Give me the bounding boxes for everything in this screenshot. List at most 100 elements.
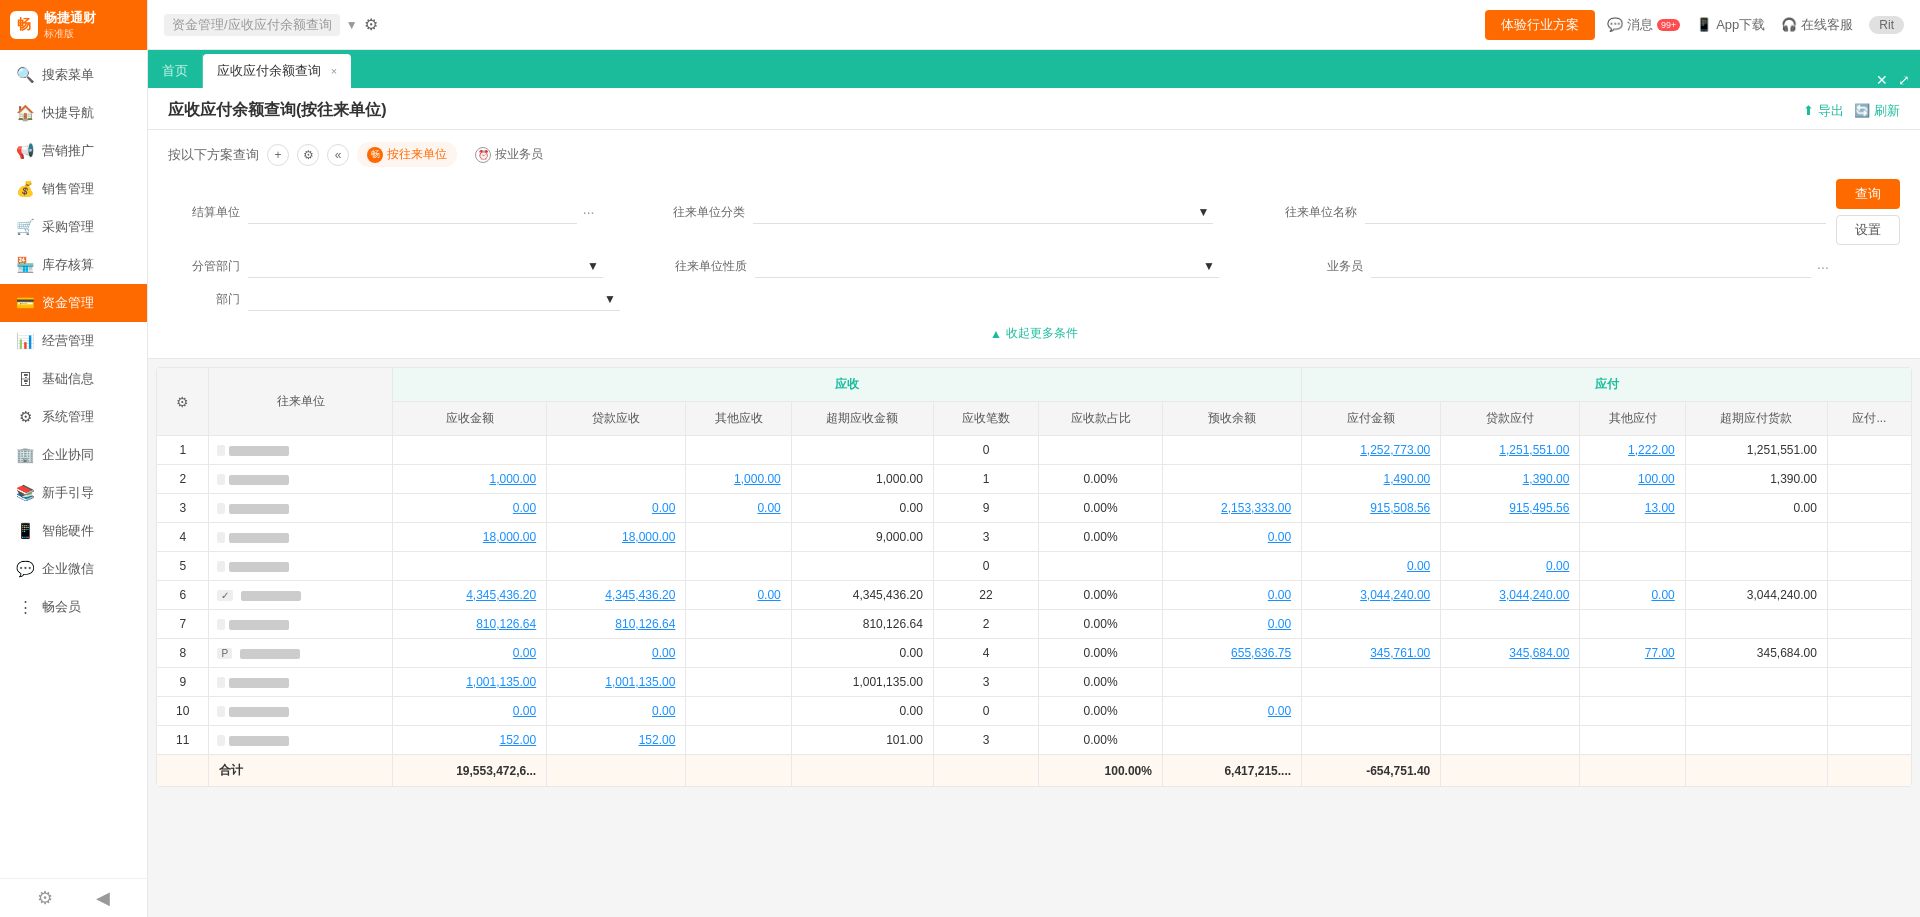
topbar: 资金管理/应收应付余额查询 ▼ ⚙ 体验行业方案 💬 消息 99+ 📱 App下… [148,0,1920,50]
cell-link[interactable]: 0.00 [1651,588,1674,602]
sidebar-item-purchase[interactable]: 🛒 采购管理 [0,208,147,246]
query-button[interactable]: 查询 [1836,179,1900,209]
cell-link[interactable]: 655,636.75 [1231,646,1291,660]
filter-wanglai-name-input[interactable] [1365,201,1826,224]
sidebar-item-guide[interactable]: 📚 新手引导 [0,474,147,512]
cell-ys-other [686,697,791,726]
edit-scheme-button[interactable]: ⚙ [297,144,319,166]
cell-link[interactable]: 3,044,240.00 [1499,588,1569,602]
cell-link[interactable]: 13.00 [1645,501,1675,515]
export-button[interactable]: ⬆ 导出 [1803,102,1844,120]
sidebar-item-sales[interactable]: 💰 销售管理 [0,170,147,208]
cell-link[interactable]: 18,000.00 [622,530,675,544]
sidebar-item-label: 销售管理 [42,180,94,198]
solution-button[interactable]: 体验行业方案 [1485,10,1595,40]
tab-expand-icon[interactable]: ⤢ [1898,72,1910,88]
scheme-by-salesman[interactable]: ⏰ 按业务员 [465,142,553,167]
cell-link[interactable]: 152.00 [500,733,537,747]
cell-link[interactable]: 1,252,773.00 [1360,443,1430,457]
cell-link[interactable]: 152.00 [639,733,676,747]
cell-link[interactable]: 4,345,436.20 [466,588,536,602]
sidebar-item-system[interactable]: ⚙ 系统管理 [0,398,147,436]
cell-link[interactable]: 0.00 [652,646,675,660]
cell-link[interactable]: 915,495.56 [1509,501,1569,515]
cell-link[interactable]: 0.00 [513,646,536,660]
filter-jiesuan-input[interactable] [248,201,577,224]
filter-dept-select[interactable]: ▼ [248,288,620,311]
table-settings-icon[interactable]: ⚙ [176,394,189,410]
add-scheme-button[interactable]: + [267,144,289,166]
sidebar-item-label: 智能硬件 [42,522,94,540]
collapse-scheme-button[interactable]: « [327,144,349,166]
tab-close-all-icon[interactable]: ✕ [1876,72,1888,88]
cell-link[interactable]: 2,153,333.00 [1221,501,1291,515]
sidebar-collapse-icon[interactable]: ◀ [96,887,110,909]
cell-link[interactable]: 1,490.00 [1384,472,1431,486]
tab-current[interactable]: 应收应付余额查询 × [203,54,351,88]
cell-link[interactable]: 0.00 [1407,559,1430,573]
sidebar-item-operation[interactable]: 📊 经营管理 [0,322,147,360]
cell-link[interactable]: 0.00 [652,704,675,718]
sidebar-item-basic[interactable]: 🗄 基础信息 [0,360,147,398]
cell-link[interactable]: 0.00 [1268,617,1291,631]
cell-link[interactable]: 0.00 [1268,530,1291,544]
sidebar-settings-icon[interactable]: ⚙ [37,887,53,909]
sidebar-item-wechat[interactable]: 💬 企业微信 [0,550,147,588]
cell-link[interactable]: 0.00 [1546,559,1569,573]
cell-link[interactable]: 1,390.00 [1523,472,1570,486]
cell-ys-loan: 810,126.64 [547,610,686,639]
filter-salesman-input[interactable] [1371,255,1811,278]
message-button[interactable]: 💬 消息 99+ [1607,16,1680,34]
sidebar-item-search[interactable]: 🔍 搜索菜单 [0,56,147,94]
cell-link[interactable]: 1,222.00 [1628,443,1675,457]
cell-link[interactable]: 77.00 [1645,646,1675,660]
cell-link[interactable]: 0.00 [757,501,780,515]
cell-link[interactable]: 18,000.00 [483,530,536,544]
chevron-down-icon[interactable]: ▼ [346,18,358,32]
cell-link[interactable]: 0.00 [1268,588,1291,602]
user-avatar[interactable]: Rit [1869,16,1904,34]
topbar-gear-icon[interactable]: ⚙ [364,15,378,34]
cell-link[interactable]: 100.00 [1638,472,1675,486]
cell-link[interactable]: 0.00 [757,588,780,602]
cell-link[interactable]: 4,345,436.20 [605,588,675,602]
cell-link[interactable]: 345,761.00 [1370,646,1430,660]
service-button[interactable]: 🎧 在线客服 [1781,16,1853,34]
settings-button[interactable]: 设置 [1836,215,1900,245]
cell-link[interactable]: 3,044,240.00 [1360,588,1430,602]
filter-fenguan-select[interactable]: ▼ [248,255,603,278]
refresh-button[interactable]: 🔄 刷新 [1854,102,1900,120]
cell-partner [209,668,392,697]
cell-link[interactable]: 0.00 [1268,704,1291,718]
tab-home[interactable]: 首页 [148,54,203,88]
tab-close-icon[interactable]: × [331,65,337,77]
filter-wanglai-nature-select[interactable]: ▼ [755,255,1219,278]
cell-link[interactable]: 0.00 [513,704,536,718]
sidebar-item-marketing[interactable]: 📢 营销推广 [0,132,147,170]
cell-link[interactable]: 1,001,135.00 [605,675,675,689]
sidebar-item-inventory[interactable]: 🏪 库存核算 [0,246,147,284]
filter-wanglai-type-select[interactable]: ▼ [753,201,1214,224]
sidebar-item-finance[interactable]: 💳 资金管理 [0,284,147,322]
sidebar-item-quicknav[interactable]: 🏠 快捷导航 [0,94,147,132]
cell-yf-loan: 915,495.56 [1441,494,1580,523]
filter-jiesuan-more[interactable]: ··· [577,204,601,220]
cell-link[interactable]: 1,000.00 [734,472,781,486]
filter-row-2: 分管部门 ▼ 往来单位性质 ▼ 业务员 [168,255,1900,278]
cell-link[interactable]: 1,001,135.00 [466,675,536,689]
sidebar-item-hardware[interactable]: 📱 智能硬件 [0,512,147,550]
cell-link[interactable]: 1,000.00 [489,472,536,486]
cell-link[interactable]: 915,508.56 [1370,501,1430,515]
cell-link[interactable]: 345,684.00 [1509,646,1569,660]
cell-link[interactable]: 810,126.64 [615,617,675,631]
cell-link[interactable]: 0.00 [652,501,675,515]
cell-link[interactable]: 1,251,551.00 [1499,443,1569,457]
sidebar-item-member[interactable]: ⋮ 畅会员 [0,588,147,626]
scheme-by-partner[interactable]: 畅 按往来单位 [357,142,457,167]
sidebar-item-corp[interactable]: 🏢 企业协同 [0,436,147,474]
filter-salesman-more[interactable]: ··· [1811,259,1835,275]
cell-link[interactable]: 810,126.64 [476,617,536,631]
cell-link[interactable]: 0.00 [513,501,536,515]
filter-collapse-btn[interactable]: ▲ 收起更多条件 [168,321,1900,346]
app-download-button[interactable]: 📱 App下载 [1696,16,1765,34]
